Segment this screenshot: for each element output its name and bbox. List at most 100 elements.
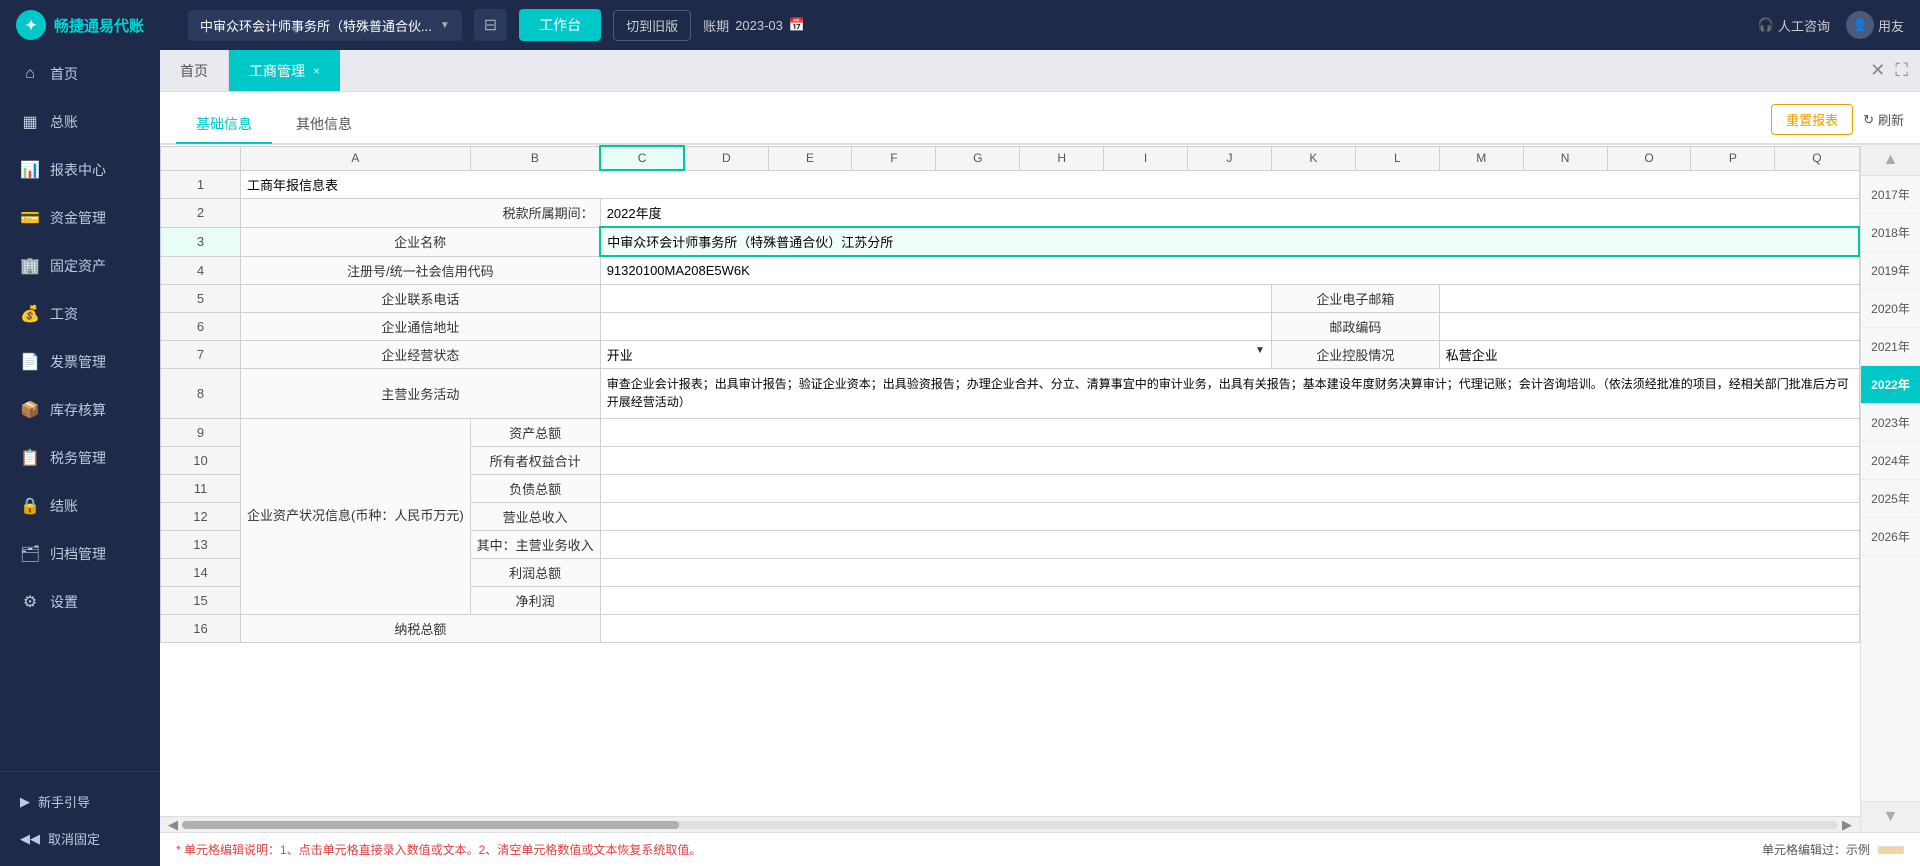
- header-right: 🎧 人工咨询 👤 用友: [1758, 11, 1904, 39]
- col-i: I: [1104, 146, 1188, 170]
- sub-tab-other[interactable]: 其他信息: [276, 106, 372, 144]
- year-2018[interactable]: 2018年: [1861, 214, 1920, 252]
- home-icon: ⌂: [20, 65, 40, 83]
- year-2019[interactable]: 2019年: [1861, 252, 1920, 290]
- revenue-label-cell: 营业总收入: [470, 502, 600, 530]
- email-value-cell[interactable]: [1439, 284, 1859, 312]
- period-value-cell[interactable]: 2022年度: [600, 199, 1859, 228]
- mainbiz-value: 审查企业会计报表；出具审计报告；验证企业资本；出具验资报告；办理企业合并、分立、…: [607, 377, 1849, 409]
- year-2022[interactable]: 2022年: [1861, 366, 1920, 404]
- new-guide-button[interactable]: ▶ 新手引导: [10, 782, 150, 821]
- col-q: Q: [1775, 146, 1859, 170]
- address-value-cell[interactable]: [600, 312, 1271, 340]
- year-2021[interactable]: 2021年: [1861, 328, 1920, 366]
- postcode-label-cell: 邮政编码: [1271, 312, 1439, 340]
- workbench-button[interactable]: 工作台: [519, 9, 601, 41]
- example-area: 单元格编辑过：示例: [1762, 841, 1904, 858]
- close-window-icon[interactable]: ✕: [1870, 60, 1885, 81]
- address-label: 企业通信地址: [381, 320, 459, 335]
- tab-bar: 首页 工商管理 × ✕ ⛶: [160, 50, 1920, 92]
- expand-icon[interactable]: ⛶: [1895, 60, 1908, 81]
- refresh-icon: ↻: [1863, 112, 1874, 128]
- document-icon[interactable]: ⊟: [474, 9, 507, 41]
- mainbiz-label: 主营业务活动: [381, 387, 459, 402]
- reset-report-button[interactable]: 重置报表: [1771, 104, 1853, 135]
- tax-icon: 📋: [20, 448, 40, 468]
- ledger-icon: ▦: [20, 112, 40, 132]
- mainbiz-value-cell[interactable]: 审查企业会计报表；出具审计报告；验证企业资本；出具验资报告；办理企业合并、分立、…: [600, 368, 1859, 418]
- sidebar-item-finance[interactable]: 💳 资金管理: [0, 194, 160, 242]
- revenue-value-cell[interactable]: [600, 502, 1859, 530]
- row-num-1: 1: [161, 170, 241, 199]
- year-2026[interactable]: 2026年: [1861, 518, 1920, 556]
- bizstatus-value-cell[interactable]: 开业 ▼: [600, 340, 1271, 368]
- old-version-button[interactable]: 切到旧版: [613, 10, 691, 41]
- company-selector[interactable]: 中审众环会计师事务所（特殊普通合伙... ▼: [188, 10, 462, 41]
- user-label: 用友: [1878, 16, 1904, 35]
- sidebar-item-tax[interactable]: 📋 税务管理: [0, 434, 160, 482]
- tab-home-label: 首页: [180, 61, 208, 81]
- year-panel-up[interactable]: ▲: [1861, 145, 1920, 176]
- regnum-value-cell[interactable]: 91320100MA208E5W6K: [600, 256, 1859, 284]
- year-2023[interactable]: 2023年: [1861, 404, 1920, 442]
- horizontal-scrollbar[interactable]: ◀ ▶: [160, 816, 1860, 832]
- sidebar-item-ledger[interactable]: ▦ 总账: [0, 98, 160, 146]
- sidebar-item-invoice[interactable]: 📄 发票管理: [0, 338, 160, 386]
- sidebar-item-reports[interactable]: 📊 报表中心: [0, 146, 160, 194]
- content-area: 首页 工商管理 × ✕ ⛶ 基础信息 其他信息 重置报: [160, 50, 1920, 866]
- sidebar-item-closing[interactable]: 🔒 结账: [0, 482, 160, 530]
- assets-info-label: 企业资产状况信息(币种：人民币万元): [247, 508, 464, 523]
- sidebar-item-salary[interactable]: 💰 工资: [0, 290, 160, 338]
- sidebar-item-archive[interactable]: 🗂 归档管理: [0, 530, 160, 578]
- tab-close-icon[interactable]: ×: [313, 64, 320, 78]
- profit-value-cell[interactable]: [600, 558, 1859, 586]
- sidebar-item-inventory[interactable]: 📦 库存核算: [0, 386, 160, 434]
- refresh-label: 刷新: [1878, 110, 1904, 129]
- calendar-icon[interactable]: 📅: [789, 17, 805, 33]
- postcode-value-cell[interactable]: [1439, 312, 1859, 340]
- title-cell: 工商年报信息表: [241, 170, 1860, 199]
- total-assets-value-cell[interactable]: [600, 418, 1859, 446]
- scroll-right-icon[interactable]: ▶: [1838, 817, 1856, 833]
- sidebar-item-settings[interactable]: ⚙ 设置: [0, 578, 160, 626]
- example-label: 单元格编辑过：示例: [1762, 841, 1870, 858]
- year-2017[interactable]: 2017年: [1861, 176, 1920, 214]
- sub-tab-basic[interactable]: 基础信息: [176, 106, 272, 144]
- net-profit-value-cell[interactable]: [600, 586, 1859, 614]
- period-row-value: 2022年度: [607, 206, 662, 221]
- holding-value-cell[interactable]: 私营企业: [1439, 340, 1859, 368]
- tab-business[interactable]: 工商管理 ×: [229, 50, 340, 91]
- company-value-cell[interactable]: 中审众环会计师事务所（特殊普通合伙）江苏分所: [600, 227, 1859, 256]
- holding-label-cell: 企业控股情况: [1271, 340, 1439, 368]
- refresh-button[interactable]: ↻ 刷新: [1863, 110, 1904, 129]
- tab-home[interactable]: 首页: [160, 50, 229, 91]
- year-2024[interactable]: 2024年: [1861, 442, 1920, 480]
- phone-value-cell[interactable]: [600, 284, 1271, 312]
- net-profit-label-cell: 净利润: [470, 586, 600, 614]
- service-button[interactable]: 🎧 人工咨询: [1758, 16, 1830, 35]
- unpin-button[interactable]: ◀◀ 取消固定: [10, 821, 150, 856]
- profit-label: 利润总额: [509, 566, 561, 581]
- closing-icon: 🔒: [20, 496, 40, 516]
- col-h: H: [1020, 146, 1104, 170]
- main-revenue-value-cell[interactable]: [600, 530, 1859, 558]
- regnum-label-cell: 注册号/统一社会信用代码: [241, 256, 601, 284]
- user-button[interactable]: 👤 用友: [1846, 11, 1904, 39]
- sidebar-item-home[interactable]: ⌂ 首页: [0, 50, 160, 98]
- equity-label-cell: 所有者权益合计: [470, 446, 600, 474]
- bizstatus-dropdown-icon: ▼: [1255, 345, 1265, 356]
- inventory-icon: 📦: [20, 400, 40, 420]
- sheet-scroll-area[interactable]: A B C D E F G H I J: [160, 145, 1860, 816]
- liabilities-value-cell[interactable]: [600, 474, 1859, 502]
- year-panel-down[interactable]: ▼: [1861, 801, 1920, 832]
- scroll-thumb[interactable]: [182, 821, 679, 829]
- top-header: ✦ 畅捷通易代账 中审众环会计师事务所（特殊普通合伙... ▼ ⊟ 工作台 切到…: [0, 0, 1920, 50]
- scroll-track[interactable]: [182, 821, 1838, 829]
- year-2020[interactable]: 2020年: [1861, 290, 1920, 328]
- unpin-icon: ◀◀: [20, 831, 40, 847]
- equity-value-cell[interactable]: [600, 446, 1859, 474]
- scroll-left-icon[interactable]: ◀: [164, 817, 182, 833]
- year-2025[interactable]: 2025年: [1861, 480, 1920, 518]
- tax-total-value-cell[interactable]: [600, 614, 1859, 642]
- sidebar-item-assets[interactable]: 🏢 固定资产: [0, 242, 160, 290]
